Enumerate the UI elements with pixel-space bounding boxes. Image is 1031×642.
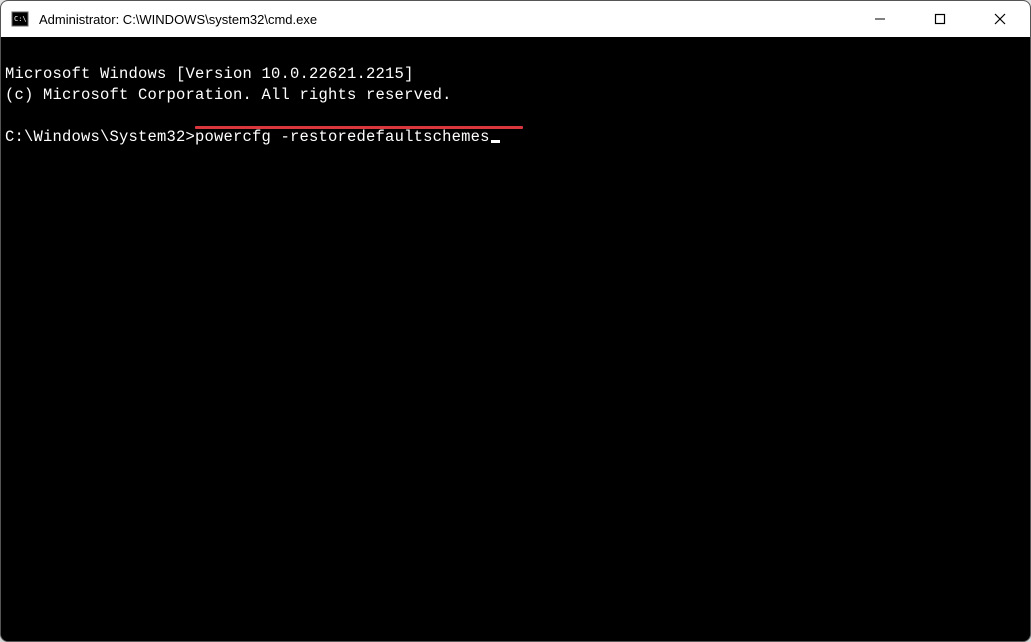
maximize-button[interactable] xyxy=(910,1,970,37)
terminal-line-version: Microsoft Windows [Version 10.0.22621.22… xyxy=(5,65,414,83)
terminal-area[interactable]: Microsoft Windows [Version 10.0.22621.22… xyxy=(1,37,1030,641)
minimize-button[interactable] xyxy=(850,1,910,37)
terminal-line-copyright: (c) Microsoft Corporation. All rights re… xyxy=(5,86,452,104)
svg-text:C:\: C:\ xyxy=(14,15,27,23)
close-button[interactable] xyxy=(970,1,1030,37)
window-title: Administrator: C:\WINDOWS\system32\cmd.e… xyxy=(39,12,317,27)
titlebar[interactable]: C:\ Administrator: C:\WINDOWS\system32\c… xyxy=(1,1,1030,37)
terminal-prompt: C:\Windows\System32> xyxy=(5,128,195,146)
highlight-underline xyxy=(195,126,523,129)
cmd-icon: C:\ xyxy=(11,10,29,28)
window-controls xyxy=(850,1,1030,37)
text-cursor xyxy=(491,140,500,143)
terminal-command: powercfg -restoredefaultschemes xyxy=(195,128,490,146)
command-prompt-window: C:\ Administrator: C:\WINDOWS\system32\c… xyxy=(0,0,1031,642)
